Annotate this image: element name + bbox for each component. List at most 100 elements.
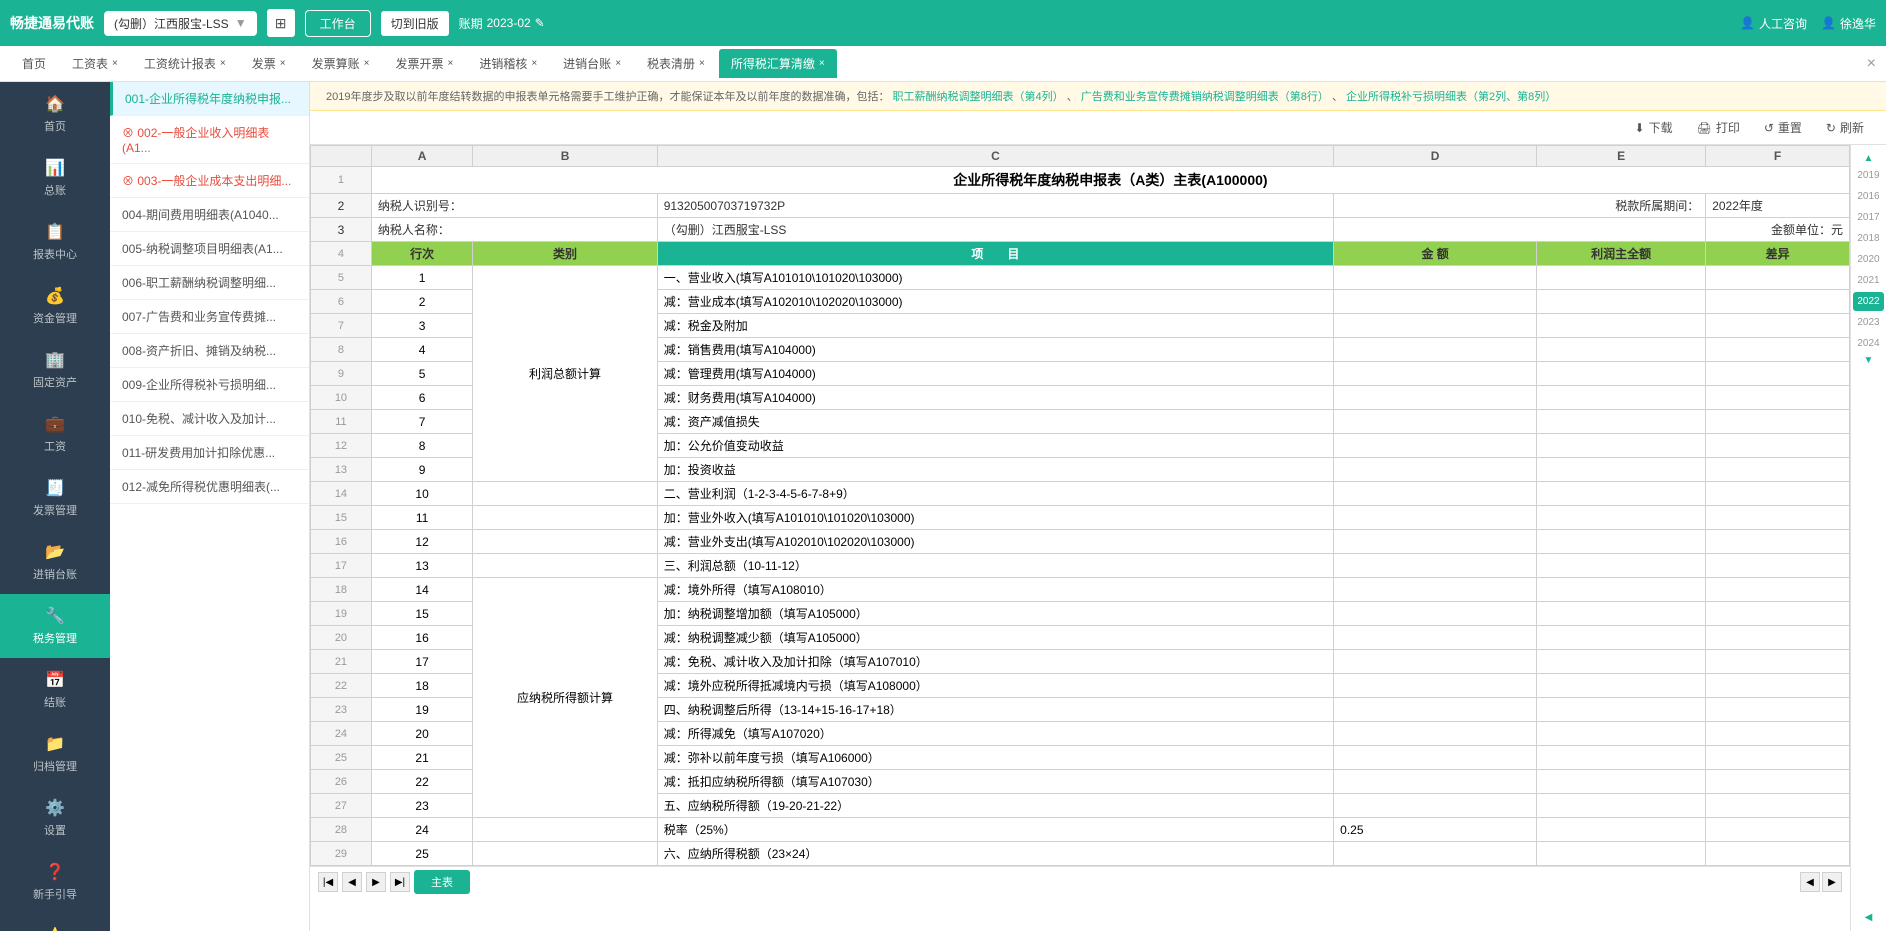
left-panel-item-009[interactable]: 009-企业所得税补亏损明细...	[110, 368, 309, 402]
timeline-year-2018[interactable]: 2018	[1855, 229, 1881, 248]
sidebar-item-archive[interactable]: 📁 归档管理	[0, 722, 110, 786]
tab-payroll-stats-close[interactable]: ×	[220, 58, 226, 69]
table-row: 15 11 加：营业外收入(填写A101010\101020\103000)	[311, 506, 1850, 530]
tab-payroll-label: 工资表	[72, 55, 108, 72]
ledger-info: 账期 2023-02 ✎	[459, 15, 545, 32]
tab-invoice[interactable]: 发票 ×	[240, 49, 298, 78]
sidebar-item-ledger[interactable]: 📊 总账	[0, 146, 110, 210]
home-icon: 🏠	[45, 94, 65, 114]
tab-tax-list-close[interactable]: ×	[699, 58, 705, 69]
company-settings-icon[interactable]: ⊞	[267, 9, 295, 37]
left-panel-item-007[interactable]: 007-广告费和业务宣传费摊...	[110, 300, 309, 334]
col-header-e: E	[1537, 146, 1706, 167]
tab-invoice-open[interactable]: 发票开票 ×	[383, 49, 465, 78]
tab-purchase-verify[interactable]: 进销稽核 ×	[467, 49, 549, 78]
ai-consult-button[interactable]: 👤 人工咨询	[1740, 15, 1807, 32]
user-profile[interactable]: 👤 徐逸华	[1821, 15, 1876, 32]
tab-invoice-open-close[interactable]: ×	[447, 58, 453, 69]
tab-income-tax-close[interactable]: ×	[819, 58, 825, 69]
ai-label: 人工咨询	[1759, 15, 1807, 32]
sidebar-item-home[interactable]: 🏠 首页	[0, 82, 110, 146]
sidebar-item-funds-label: 资金管理	[33, 310, 77, 326]
ledger-icon: 📊	[45, 158, 65, 178]
left-panel-item-011[interactable]: 011-研发费用加计扣除优惠...	[110, 436, 309, 470]
tab-tax-list[interactable]: 税表清册 ×	[635, 49, 717, 78]
warning-link-1[interactable]: 职工薪酬纳税调整明细表（第4列）	[893, 91, 1064, 103]
assets-icon: 🏢	[45, 350, 65, 370]
sidebar-item-invoice-mgmt-label: 发票管理	[33, 502, 77, 518]
sidebar-item-payroll[interactable]: 💼 工资	[0, 402, 110, 466]
download-button[interactable]: ⬇ 下载	[1629, 117, 1679, 138]
warning-link-3[interactable]: 企业所得税补亏损明细表（第2列、第8列）	[1346, 91, 1556, 103]
sheet-scroll-right[interactable]: ▶	[1822, 872, 1842, 892]
user-label: 徐逸华	[1840, 15, 1876, 32]
reset-button[interactable]: ↺ 重置	[1758, 117, 1808, 138]
warning-bar: 2019年度步及取以前年度结转数据的申报表单元格需要手工维护正确，才能保证本年及…	[310, 82, 1886, 111]
timeline-year-2020[interactable]: 2020	[1855, 250, 1881, 269]
warning-link-2[interactable]: 广告费和业务宣传费摊销纳税调整明细表（第8行）	[1081, 91, 1329, 103]
refresh-button[interactable]: ↻ 刷新	[1820, 117, 1870, 138]
sheet-nav-next[interactable]: ▶	[366, 872, 386, 892]
tab-invoice-account[interactable]: 发票算账 ×	[300, 49, 382, 78]
sidebar-item-assets[interactable]: 🏢 固定资产	[0, 338, 110, 402]
ledger-edit-icon[interactable]: ✎	[535, 16, 545, 30]
timeline-up-arrow[interactable]: ▲	[1864, 153, 1874, 164]
col-header-hanghci: 行次	[371, 242, 472, 266]
tab-payroll-stats[interactable]: 工资统计报表 ×	[132, 49, 238, 78]
tab-invoice-account-close[interactable]: ×	[364, 58, 370, 69]
sidebar-item-invoice-mgmt[interactable]: 🧾 发票管理	[0, 466, 110, 530]
sheet-nav-last[interactable]: ▶|	[390, 872, 410, 892]
left-panel-item-012[interactable]: 012-减免所得税优惠明细表(...	[110, 470, 309, 504]
timeline-year-2016[interactable]: 2016	[1855, 187, 1881, 206]
left-panel-item-006[interactable]: 006-职工薪酬纳税调整明细...	[110, 266, 309, 300]
sheet-nav-prev[interactable]: ◀	[342, 872, 362, 892]
timeline-year-2017[interactable]: 2017	[1855, 208, 1881, 227]
sidebar-item-settings[interactable]: ⚙️ 设置	[0, 786, 110, 850]
sidebar-item-funds[interactable]: 💰 资金管理	[0, 274, 110, 338]
tab-invoice-close[interactable]: ×	[280, 58, 286, 69]
sidebar-item-guide[interactable]: ❓ 新手引导	[0, 850, 110, 914]
left-panel-item-010[interactable]: 010-免税、减计收入及加计...	[110, 402, 309, 436]
tab-panel-close[interactable]: ×	[1867, 55, 1876, 73]
switch-old-version-button[interactable]: 切到旧版	[381, 11, 449, 36]
sheet-tab-main[interactable]: 主表	[414, 870, 470, 894]
left-panel-item-004[interactable]: 004-期间费用明细表(A1040...	[110, 198, 309, 232]
left-panel-item-002[interactable]: 002-一般企业收入明细表(A1...	[110, 116, 309, 164]
sheet-scroll-left[interactable]: ◀	[1800, 872, 1820, 892]
left-panel-item-005[interactable]: 005-纳税调整项目明细表(A1...	[110, 232, 309, 266]
sidebar-item-tax-mgmt[interactable]: 🔧 税务管理	[0, 594, 110, 658]
table-row-taxpayer-name: 3 纳税人名称： （勾删）江西服宝-LSS 金额单位：元	[311, 218, 1850, 242]
sidebar-item-closing[interactable]: 📅 结账	[0, 658, 110, 722]
col-header-c: C	[657, 146, 1333, 167]
sidebar-item-reports[interactable]: 📋 报表中心	[0, 210, 110, 274]
timeline-year-2022[interactable]: 2022	[1853, 292, 1883, 311]
left-panel-item-001[interactable]: 001-企业所得税年度纳税申报...	[110, 82, 309, 116]
tab-home[interactable]: 首页	[10, 49, 58, 78]
sidebar: 🏠 首页 📊 总账 📋 报表中心 💰 资金管理 🏢 固定资产 💼 工资 🧾 发票…	[0, 82, 110, 931]
sheet-bottom: |◀ ◀ ▶ ▶| 主表 ◀ ▶	[310, 866, 1850, 897]
company-selector[interactable]: (勾删）江西服宝-LSS ▼	[104, 11, 257, 36]
sidebar-item-settings-label: 设置	[44, 822, 66, 838]
sidebar-item-purchase-sales[interactable]: 📂 进销台账	[0, 530, 110, 594]
sheet-nav-first[interactable]: |◀	[318, 872, 338, 892]
timeline-year-2021[interactable]: 2021	[1855, 271, 1881, 290]
tab-purchase-ledger[interactable]: 进销台账 ×	[551, 49, 633, 78]
tab-purchase-ledger-close[interactable]: ×	[615, 58, 621, 69]
workbench-button[interactable]: 工作台	[305, 10, 371, 37]
timeline-year-2019[interactable]: 2019	[1855, 166, 1881, 185]
timeline-down-arrow[interactable]: ▼	[1864, 355, 1874, 366]
left-panel-item-008[interactable]: 008-资产折旧、摊销及纳税...	[110, 334, 309, 368]
user-icon: 👤	[1821, 16, 1836, 30]
sidebar-item-member[interactable]: ⭐ 畅会员	[0, 914, 110, 931]
left-panel-item-003[interactable]: 003-一般企业成本支出明细...	[110, 164, 309, 198]
timeline-year-2023[interactable]: 2023	[1855, 313, 1881, 332]
print-button[interactable]: 🖨 打印	[1691, 117, 1746, 138]
timeline-year-2024[interactable]: 2024	[1855, 334, 1881, 353]
timeline-expand-icon[interactable]: ◀	[1865, 912, 1873, 923]
tab-payroll-close[interactable]: ×	[112, 58, 118, 69]
rownum-1: 1	[311, 167, 372, 194]
sidebar-item-tax-mgmt-label: 税务管理	[33, 630, 77, 646]
tab-payroll[interactable]: 工资表 ×	[60, 49, 130, 78]
tab-income-tax[interactable]: 所得税汇算清缴 ×	[719, 49, 837, 78]
tab-purchase-verify-close[interactable]: ×	[531, 58, 537, 69]
